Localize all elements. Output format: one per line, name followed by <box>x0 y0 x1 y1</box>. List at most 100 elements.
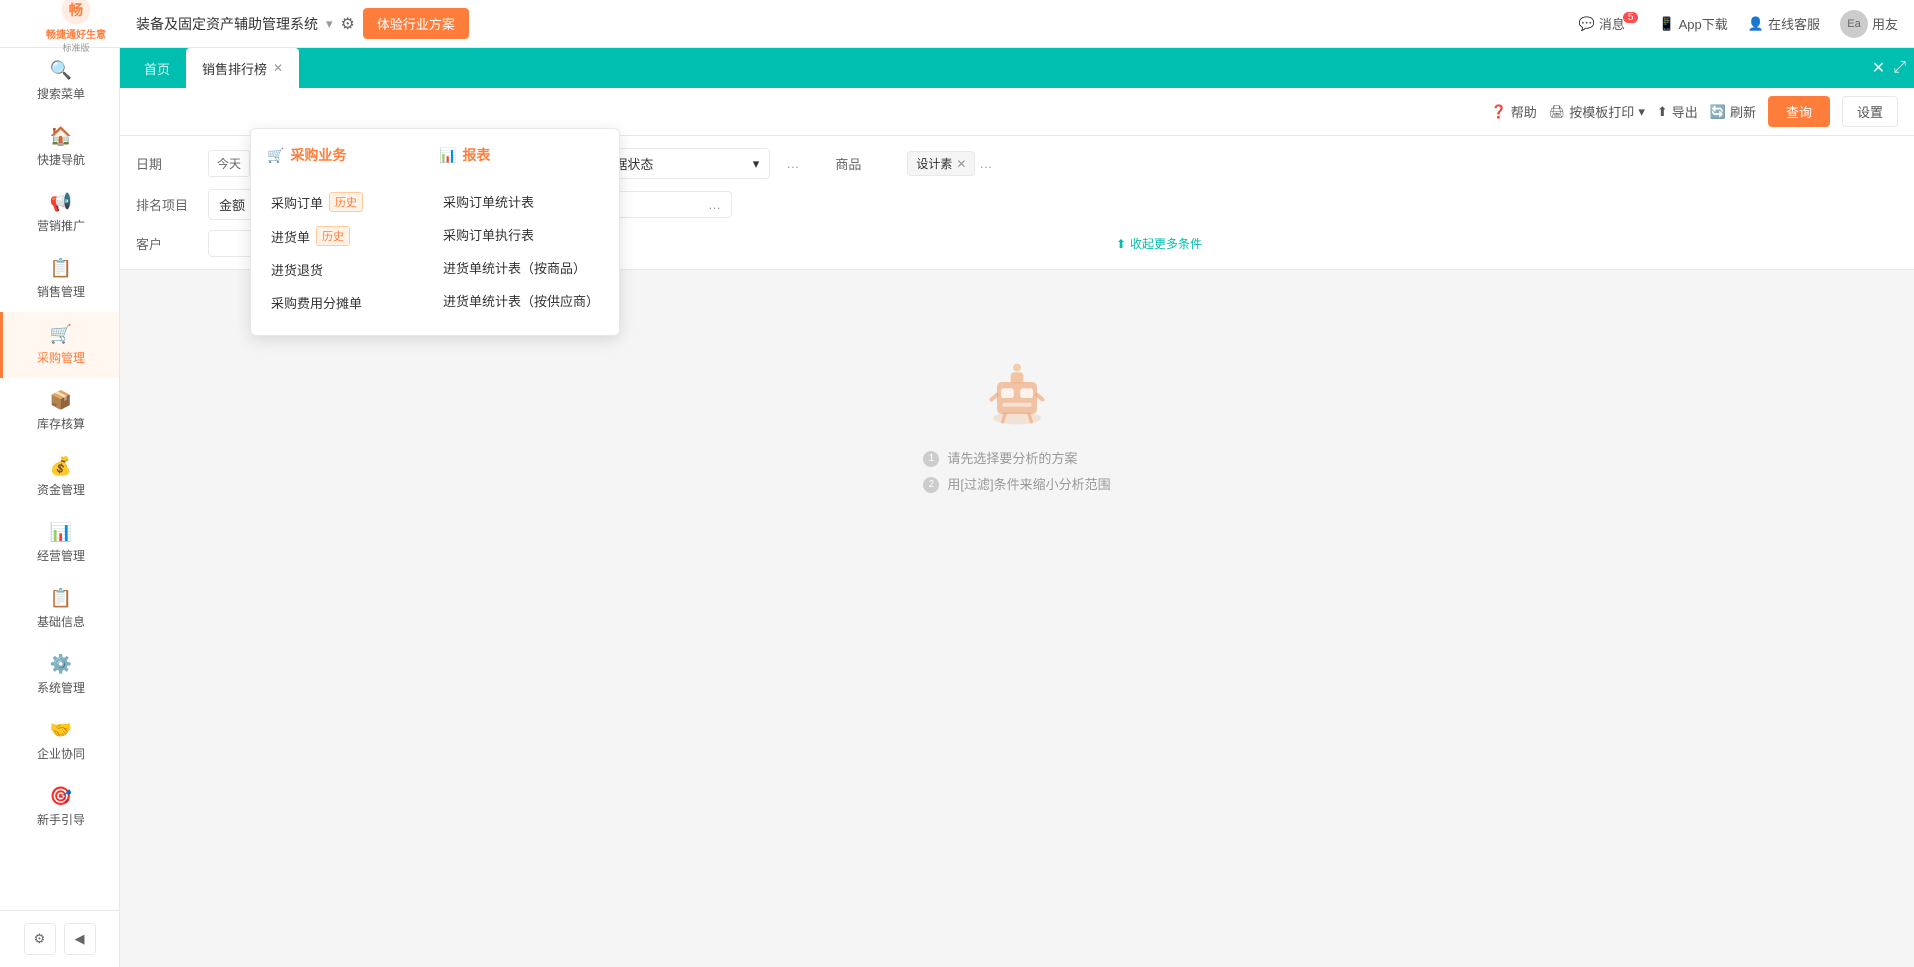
search-icon: 🔍 <box>50 60 72 81</box>
print-icon: 🖨 <box>1549 104 1566 120</box>
sidebar-item-basic-info[interactable]: 📋 基础信息 <box>0 576 119 642</box>
logo-icon: 畅 <box>60 0 92 26</box>
date-label: 日期 <box>136 154 196 173</box>
tab-maximize-icon[interactable]: ⤢ <box>1893 59 1906 77</box>
salesman-more[interactable]: … <box>708 197 721 212</box>
dropdown-arrow-icon[interactable]: ▾ <box>326 16 333 32</box>
tab-close-window-icon[interactable]: ✕ <box>1872 58 1885 78</box>
sales-icon: 📋 <box>50 258 72 279</box>
help-icon: ❓ <box>1491 104 1507 120</box>
collapse-button[interactable]: ⬆ 收起更多条件 <box>1116 235 1202 252</box>
operation-icon: 📊 <box>50 522 72 543</box>
menu-item-receipt-stats-goods[interactable]: 进货单统计表（按商品） <box>439 251 603 284</box>
user-action[interactable]: Ea 用友 <box>1840 10 1898 38</box>
sidebar-label-quick-nav: 快捷导航 <box>37 151 85 168</box>
settings-icon[interactable]: ⚙ <box>341 14 355 34</box>
customer-label: 客户 <box>136 234 196 253</box>
message-action[interactable]: 💬 消息 5 <box>1579 14 1639 33</box>
sidebar-item-finance[interactable]: 💰 资金管理 <box>0 444 119 510</box>
order-stats-label: 采购订单统计表 <box>443 192 534 211</box>
export-button[interactable]: ⬆ 导出 <box>1657 102 1698 121</box>
menu-item-receipt-stats-supplier[interactable]: 进货单统计表（按供应商） <box>439 284 603 317</box>
report-section-icon: 📊 <box>439 147 456 164</box>
sidebar-label-basic-info: 基础信息 <box>37 613 85 630</box>
top-header: 畅 畅捷通好生意 标准版 装备及固定资产辅助管理系统 ▾ ⚙ 体验行业方案 💬 … <box>0 0 1914 48</box>
help-label: 帮助 <box>1511 102 1537 121</box>
tab-close-icon[interactable]: ✕ <box>273 61 283 75</box>
sidebar-item-guide[interactable]: 🎯 新手引导 <box>0 774 119 840</box>
sidebar-item-operation[interactable]: 📊 经营管理 <box>0 510 119 576</box>
marketing-icon: 📢 <box>50 192 72 213</box>
sidebar-item-enterprise[interactable]: 🤝 企业协同 <box>0 708 119 774</box>
sidebar-label-search: 搜索菜单 <box>37 85 85 102</box>
menu-item-purchase-expense[interactable]: 采购费用分摊单 <box>267 286 407 319</box>
basic-info-icon: 📋 <box>50 588 72 609</box>
goods-tag-close[interactable]: ✕ <box>956 157 966 171</box>
menu-item-purchase-receipt[interactable]: 进货单 历史 <box>267 219 407 253</box>
phone-icon: 📱 <box>1658 16 1674 32</box>
tab-bar: 首页 销售排行榜 ✕ ✕ ⤢ <box>120 48 1914 88</box>
purchase-dropdown-menu: 🛒 采购业务 采购订单 历史 进货单 历史 进货退货 <box>250 128 620 336</box>
main-area: 首页 销售排行榜 ✕ ✕ ⤢ ❓ 帮助 🖨 <box>120 48 1914 967</box>
online-service-action[interactable]: 👤 在线客服 <box>1748 14 1820 33</box>
header-mid: 装备及固定资产辅助管理系统 ▾ ⚙ 体验行业方案 <box>136 8 1579 39</box>
sidebar-label-enterprise: 企业协同 <box>37 745 85 762</box>
query-button[interactable]: 查询 <box>1768 96 1830 127</box>
refresh-button[interactable]: 🔄 刷新 <box>1710 102 1756 121</box>
finance-icon: 💰 <box>50 456 72 477</box>
purchase-order-history-badge: 历史 <box>329 192 363 212</box>
tab-home-label: 首页 <box>144 59 170 78</box>
menu-item-order-exec[interactable]: 采购订单执行表 <box>439 218 603 251</box>
print-button[interactable]: 🖨 按模板打印 ▾ <box>1549 102 1645 121</box>
date-today[interactable]: 今天 <box>208 150 250 177</box>
receipt-stats-goods-label: 进货单统计表（按商品） <box>443 258 586 277</box>
sidebar-settings-btn[interactable]: ⚙ <box>24 923 56 955</box>
report-section: 📊 报表 采购订单统计表 采购订单执行表 进货单统计表（按商品） 进货单统计表（… <box>439 145 603 319</box>
avatar: Ea <box>1840 10 1868 38</box>
empty-tips: 1 请先选择要分析的方案 2 用[过滤]条件来缩小分析范围 <box>923 446 1110 498</box>
menu-item-order-stats[interactable]: 采购订单统计表 <box>439 185 603 218</box>
order-exec-label: 采购订单执行表 <box>443 225 534 244</box>
sidebar-item-search[interactable]: 🔍 搜索菜单 <box>0 48 119 114</box>
goods-more[interactable]: … <box>979 156 992 171</box>
print-dropdown-icon[interactable]: ▾ <box>1638 104 1645 120</box>
menu-item-purchase-return[interactable]: 进货退货 <box>267 253 407 286</box>
help-button[interactable]: ❓ 帮助 <box>1491 102 1537 121</box>
tab-sales-ranking[interactable]: 销售排行榜 ✕ <box>186 48 299 88</box>
guide-icon: 🎯 <box>50 786 72 807</box>
goods-filter: 设计素 ✕ … <box>907 151 992 176</box>
purchase-section-title: 🛒 采购业务 <box>267 145 407 173</box>
app-download-label: App下载 <box>1679 14 1728 33</box>
enterprise-icon: 🤝 <box>50 720 72 741</box>
collapse-label: 收起更多条件 <box>1130 235 1202 252</box>
app-download-action[interactable]: 📱 App下载 <box>1658 14 1727 33</box>
tip-num-1: 1 <box>923 451 939 467</box>
trial-button[interactable]: 体验行业方案 <box>363 8 469 39</box>
empty-illustration <box>967 350 1067 430</box>
sidebar-item-system[interactable]: ⚙️ 系统管理 <box>0 642 119 708</box>
sidebar-label-finance: 资金管理 <box>37 481 85 498</box>
menu-item-purchase-order[interactable]: 采购订单 历史 <box>267 185 407 219</box>
status-more[interactable]: … <box>786 156 799 171</box>
tip-text-1: 请先选择要分析的方案 <box>947 446 1077 472</box>
sidebar-item-inventory[interactable]: 📦 库存核算 <box>0 378 119 444</box>
logo-title: 畅捷通好生意 <box>46 26 106 41</box>
user-label: 用友 <box>1872 14 1898 33</box>
sidebar-item-quick-nav[interactable]: 🏠 快捷导航 <box>0 114 119 180</box>
purchase-order-label: 采购订单 <box>271 193 323 212</box>
header-right: 💬 消息 5 📱 App下载 👤 在线客服 Ea 用友 <box>1579 10 1898 38</box>
home-icon: 🏠 <box>50 126 72 147</box>
settings-button[interactable]: 设置 <box>1842 96 1898 127</box>
refresh-icon: 🔄 <box>1710 104 1726 120</box>
goods-label: 商品 <box>835 154 895 173</box>
purchase-receipt-label: 进货单 <box>271 227 310 246</box>
tab-home[interactable]: 首页 <box>128 48 186 88</box>
sidebar-label-sales: 销售管理 <box>37 283 85 300</box>
svg-text:畅: 畅 <box>69 0 83 18</box>
sidebar-collapse-btn[interactable]: ◀ <box>64 923 96 955</box>
sidebar-item-purchase[interactable]: 🛒 采购管理 <box>0 312 119 378</box>
sidebar-item-sales[interactable]: 📋 销售管理 <box>0 246 119 312</box>
sidebar-item-marketing[interactable]: 📢 营销推广 <box>0 180 119 246</box>
tip-num-2: 2 <box>923 477 939 493</box>
sidebar-bottom: ⚙ ◀ <box>0 910 119 967</box>
